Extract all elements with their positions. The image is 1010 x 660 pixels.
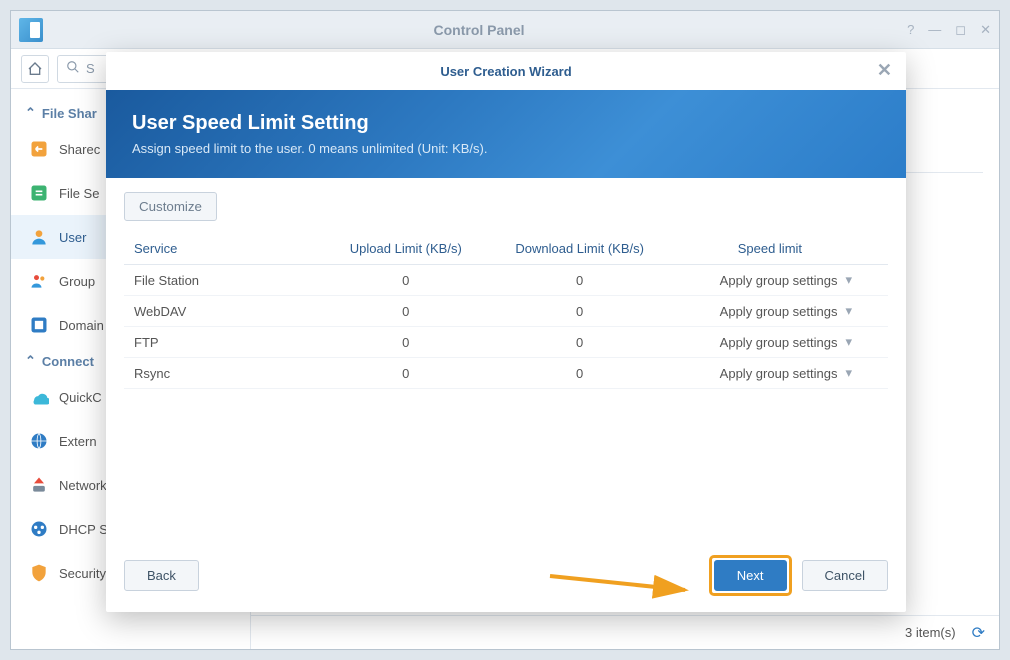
- modal-heading: User Speed Limit Setting: [132, 112, 880, 135]
- chevron-up-icon: ⌃: [25, 353, 36, 369]
- modal-subtitle: Assign speed limit to the user. 0 means …: [132, 141, 880, 156]
- status-bar: 3 item(s) ⟳: [251, 615, 999, 649]
- speed-limit-cell[interactable]: Apply group settings▾: [672, 358, 868, 389]
- chevron-down-icon[interactable]: ▾: [845, 272, 852, 288]
- cancel-button[interactable]: Cancel: [802, 560, 888, 591]
- speed-limit-row: Rsync 0 0 Apply group settings▾: [124, 358, 888, 389]
- customize-button[interactable]: Customize: [124, 192, 217, 221]
- user-creation-wizard-modal: User Creation Wizard ✕ User Speed Limit …: [106, 52, 906, 612]
- speed-limit-cell[interactable]: Apply group settings▾: [672, 296, 868, 327]
- item-count: 3 item(s): [905, 625, 956, 640]
- dhcp-icon: [29, 519, 49, 539]
- globe-icon: [29, 431, 49, 451]
- speed-limit-row: WebDAV 0 0 Apply group settings▾: [124, 296, 888, 327]
- speed-limit-table: Service Upload Limit (KB/s) Download Lim…: [124, 233, 888, 389]
- download-cell: 0: [488, 296, 672, 327]
- download-cell: 0: [488, 265, 672, 296]
- back-button[interactable]: Back: [124, 560, 199, 591]
- speed-limit-row: File Station 0 0 Apply group settings▾: [124, 265, 888, 296]
- titlebar: Control Panel ? — ◻ ✕: [11, 11, 999, 49]
- close-icon[interactable]: ✕: [980, 22, 991, 38]
- modal-header: User Speed Limit Setting Assign speed li…: [106, 90, 906, 178]
- col-upload[interactable]: Upload Limit (KB/s): [324, 233, 488, 265]
- user-icon: [29, 227, 49, 247]
- col-service[interactable]: Service: [124, 233, 324, 265]
- speed-limit-cell[interactable]: Apply group settings▾: [672, 265, 868, 296]
- service-cell: Rsync: [124, 358, 324, 389]
- download-cell: 0: [488, 358, 672, 389]
- speed-limit-cell[interactable]: Apply group settings▾: [672, 327, 868, 358]
- share-icon: [29, 139, 49, 159]
- service-cell: WebDAV: [124, 296, 324, 327]
- upload-cell: 0: [324, 296, 488, 327]
- chevron-down-icon[interactable]: ▾: [845, 365, 852, 381]
- col-speed[interactable]: Speed limit: [672, 233, 868, 265]
- cloud-icon: [29, 387, 49, 407]
- chevron-up-icon: ⌃: [25, 105, 36, 121]
- refresh-icon[interactable]: ⟳: [972, 623, 985, 643]
- upload-cell: 0: [324, 265, 488, 296]
- maximize-icon[interactable]: ◻: [955, 22, 966, 38]
- upload-cell: 0: [324, 358, 488, 389]
- search-icon: [66, 60, 80, 77]
- service-cell: File Station: [124, 265, 324, 296]
- domain-icon: [29, 315, 49, 335]
- group-icon: [29, 271, 49, 291]
- app-icon: [19, 18, 43, 42]
- modal-titlebar: User Creation Wizard ✕: [106, 52, 906, 90]
- download-cell: 0: [488, 327, 672, 358]
- next-button[interactable]: Next: [714, 560, 787, 591]
- minimize-icon[interactable]: —: [928, 22, 941, 37]
- upload-cell: 0: [324, 327, 488, 358]
- help-icon[interactable]: ?: [907, 22, 914, 37]
- window-title: Control Panel: [51, 22, 907, 38]
- speed-limit-row: FTP 0 0 Apply group settings▾: [124, 327, 888, 358]
- close-icon[interactable]: ✕: [877, 60, 892, 81]
- file-services-icon: [29, 183, 49, 203]
- service-cell: FTP: [124, 327, 324, 358]
- chevron-down-icon[interactable]: ▾: [845, 334, 852, 350]
- next-button-highlight: Next: [709, 555, 792, 596]
- home-button[interactable]: [21, 55, 49, 83]
- network-icon: [29, 475, 49, 495]
- chevron-down-icon[interactable]: ▾: [845, 303, 852, 319]
- shield-icon: [29, 563, 49, 583]
- col-download[interactable]: Download Limit (KB/s): [488, 233, 672, 265]
